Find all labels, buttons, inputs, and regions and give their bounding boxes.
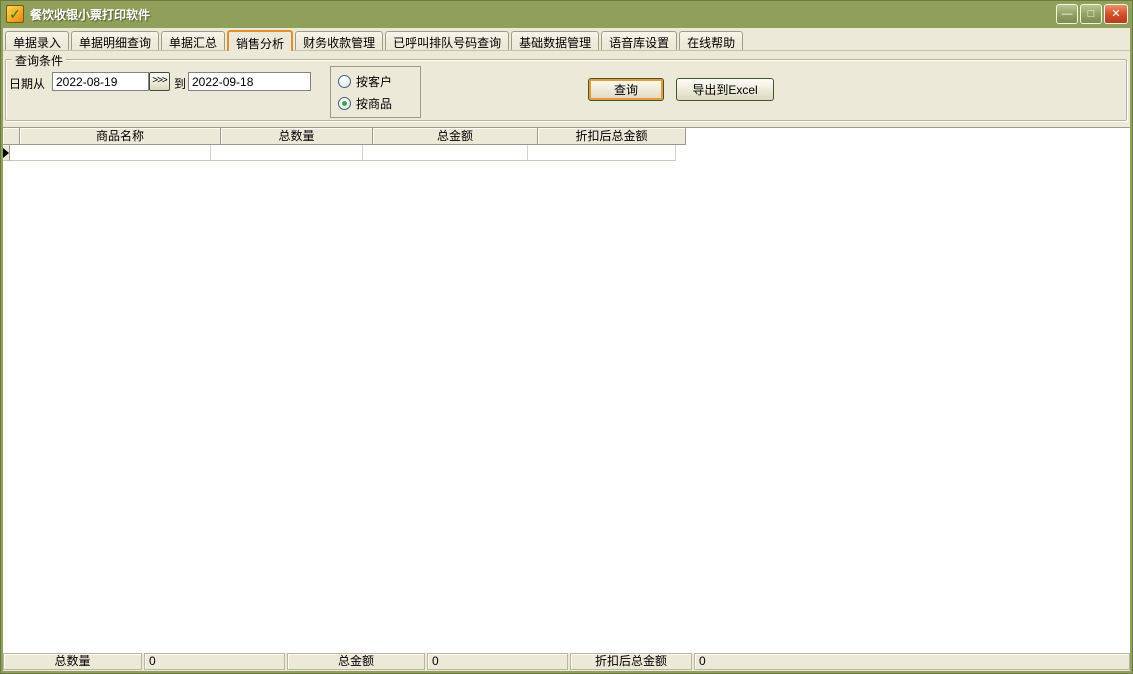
date-picker-button[interactable]: >>> [149,72,170,91]
close-button[interactable]: ✕ [1104,4,1128,24]
app-icon: ✓ [6,5,24,23]
radio-by-product-label: 按商品 [356,97,393,111]
column-header-total-qty[interactable]: 总数量 [221,128,373,145]
window-title: 餐饮收银小票打印软件 [30,7,151,22]
radio-icon-by-customer[interactable] [338,75,351,88]
group-by-radio-panel: 按客户 按商品 [330,66,421,118]
cell-product-name[interactable] [10,145,211,161]
cell-total-amount[interactable] [363,145,528,161]
tab-base-data[interactable]: 基础数据管理 [511,31,600,50]
query-conditions-label: 查询条件 [12,52,67,69]
status-total-qty-label: 总数量 [3,653,142,670]
grid-header-row: 商品名称 总数量 总金额 折扣后总金额 [3,128,1130,145]
date-to-label: 到 [174,77,187,91]
results-grid[interactable]: 商品名称 总数量 总金额 折扣后总金额 [3,127,1130,653]
radio-by-customer[interactable]: 按客户 [338,73,392,90]
tab-online-help[interactable]: 在线帮助 [679,31,744,50]
status-discounted-amount-label: 折扣后总金额 [570,653,692,670]
date-from-input[interactable] [52,72,149,91]
tab-sales-analysis[interactable]: 销售分析 [227,30,294,51]
maximize-button[interactable]: □ [1080,4,1102,24]
status-bar: 总数量 0 总金额 0 折扣后总金额 0 [3,653,1130,670]
radio-by-customer-label: 按客户 [356,75,393,89]
tab-voice-settings[interactable]: 语音库设置 [601,31,678,50]
tab-finance-management[interactable]: 财务收款管理 [295,31,384,50]
status-discounted-amount-value: 0 [694,653,1130,670]
cell-discounted-amount[interactable] [528,145,676,161]
grid-indicator-header [3,128,20,145]
date-from-label: 日期从 [9,77,46,91]
column-header-product-name[interactable]: 商品名称 [20,128,221,145]
row-indicator-icon [3,147,9,158]
export-excel-button[interactable]: 导出到Excel [676,78,774,101]
query-button[interactable]: 查询 [588,78,664,101]
table-row[interactable] [3,145,1130,161]
status-total-amount-value: 0 [427,653,568,670]
window-controls: — □ ✕ [1056,4,1128,24]
minimize-button[interactable]: — [1056,4,1078,24]
column-header-discounted-amount[interactable]: 折扣后总金额 [538,128,686,145]
title-bar: ✓ 餐饮收银小票打印软件 — □ ✕ [0,0,1133,28]
row-indicator-cell [3,145,10,161]
cell-total-qty[interactable] [211,145,363,161]
status-total-qty-value: 0 [144,653,285,670]
tab-order-entry[interactable]: 单据录入 [5,31,70,50]
date-to-input[interactable] [188,72,311,91]
column-header-total-amount[interactable]: 总金额 [373,128,538,145]
client-area: 单据录入 单据明细查询 单据汇总 销售分析 财务收款管理 已呼叫排队号码查询 基… [3,28,1130,671]
tab-order-detail-query[interactable]: 单据明细查询 [71,31,160,50]
tab-bar: 单据录入 单据明细查询 单据汇总 销售分析 财务收款管理 已呼叫排队号码查询 基… [3,30,1130,51]
tab-called-queue-query[interactable]: 已呼叫排队号码查询 [385,31,510,50]
app-window: ✓ 餐饮收银小票打印软件 — □ ✕ 单据录入 单据明细查询 单据汇总 销售分析… [0,0,1133,674]
radio-by-product[interactable]: 按商品 [338,95,392,112]
radio-icon-by-product[interactable] [338,97,351,110]
tab-order-summary[interactable]: 单据汇总 [161,31,226,50]
status-total-amount-label: 总金额 [287,653,425,670]
